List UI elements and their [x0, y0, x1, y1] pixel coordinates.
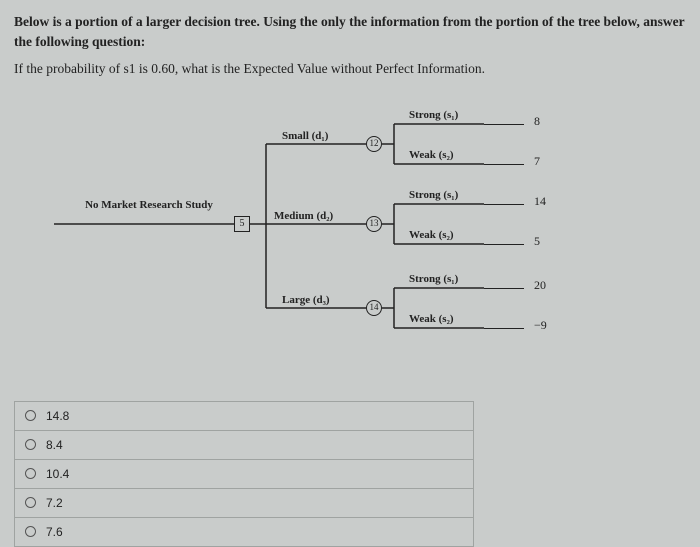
answer-options: 14.8 8.4 10.4 7.2 7.6 [14, 401, 474, 547]
value-line [484, 124, 524, 125]
question-intro: Below is a portion of a larger decision … [14, 12, 686, 53]
answer-label: 14.8 [46, 409, 69, 423]
answer-label: 7.6 [46, 525, 63, 539]
radio-icon[interactable] [25, 526, 36, 537]
payoff-value: 7 [534, 154, 540, 169]
radio-icon[interactable] [25, 497, 36, 508]
state-label: Weak (s₂) [409, 313, 454, 325]
payoff-value: 14 [534, 194, 546, 209]
state-label: Weak (s₂) [409, 229, 454, 241]
payoff-value: 5 [534, 234, 540, 249]
state-label: Weak (s₂) [409, 149, 454, 161]
answer-label: 10.4 [46, 467, 69, 481]
chance-node-12: 12 [366, 136, 382, 152]
payoff-value: −9 [534, 318, 547, 333]
decision-node: 5 [234, 216, 250, 232]
state-label: Strong (s₁) [409, 273, 458, 285]
value-line [484, 328, 524, 329]
branch-label-large: Large (d₃) [282, 294, 330, 306]
radio-icon[interactable] [25, 439, 36, 450]
radio-icon[interactable] [25, 468, 36, 479]
radio-icon[interactable] [25, 410, 36, 421]
answer-option[interactable]: 8.4 [15, 430, 473, 459]
tree-lines [14, 89, 674, 389]
value-line [484, 244, 524, 245]
answer-option[interactable]: 7.6 [15, 517, 473, 546]
answer-option[interactable]: 10.4 [15, 459, 473, 488]
answer-label: 8.4 [46, 438, 63, 452]
payoff-value: 8 [534, 114, 540, 129]
answer-label: 7.2 [46, 496, 63, 510]
branch-label-small: Small (d₁) [282, 130, 328, 142]
chance-node-13: 13 [366, 216, 382, 232]
root-label: No Market Research Study [84, 199, 214, 212]
branch-label-medium: Medium (d₂) [274, 210, 333, 222]
value-line [484, 288, 524, 289]
state-label: Strong (s₁) [409, 189, 458, 201]
payoff-value: 20 [534, 278, 546, 293]
answer-option[interactable]: 14.8 [15, 402, 473, 430]
question-prompt: If the probability of s1 is 0.60, what i… [14, 59, 686, 79]
answer-option[interactable]: 7.2 [15, 488, 473, 517]
value-line [484, 164, 524, 165]
decision-tree-figure: No Market Research Study 5 Small (d₁) 12… [14, 89, 674, 389]
state-label: Strong (s₁) [409, 109, 458, 121]
value-line [484, 204, 524, 205]
chance-node-14: 14 [366, 300, 382, 316]
